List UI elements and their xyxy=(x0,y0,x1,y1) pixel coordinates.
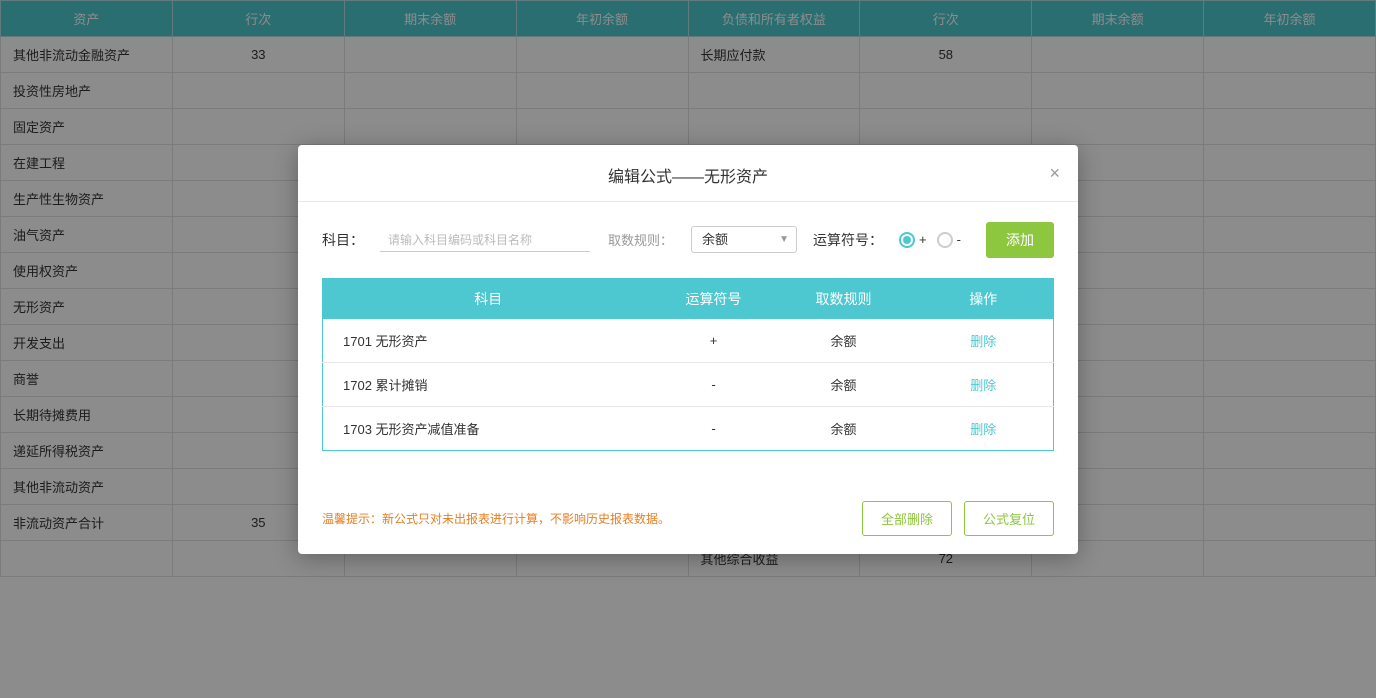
rule-select[interactable]: 余额 借方 贷方 借方发生额 贷方发生额 xyxy=(691,226,797,253)
col-rule: 取数规则 xyxy=(774,278,914,319)
formula-cell-subject: 1702 累计摊销 xyxy=(323,362,654,406)
add-button[interactable]: 添加 xyxy=(986,222,1054,258)
formula-cell-operator: + xyxy=(654,319,774,363)
hint-text: 温馨提示：新公式只对未出报表进行计算，不影响历史报表数据。 xyxy=(322,510,670,527)
formula-cell-action: 删除 xyxy=(914,406,1054,450)
subject-input[interactable] xyxy=(380,228,590,252)
radio-minus-circle xyxy=(937,232,953,248)
formula-cell-action: 删除 xyxy=(914,362,1054,406)
delete-all-button[interactable]: 全部删除 xyxy=(862,501,952,536)
reset-formula-button[interactable]: 公式复位 xyxy=(964,501,1054,536)
formula-table-row: 1701 无形资产 + 余额 删除 xyxy=(323,319,1054,363)
formula-table-row: 1703 无形资产减值准备 - 余额 删除 xyxy=(323,406,1054,450)
rule-label: 取数规则： xyxy=(608,230,673,249)
form-row: 科目： 取数规则： 余额 借方 贷方 借方发生额 贷方发生额 ▼ 运算符号： xyxy=(322,222,1054,258)
rule-select-wrap: 余额 借方 贷方 借方发生额 贷方发生额 ▼ xyxy=(691,226,797,253)
formula-cell-rule: 余额 xyxy=(774,362,914,406)
footer-buttons: 全部删除 公式复位 xyxy=(862,501,1054,536)
radio-plus-circle xyxy=(899,232,915,248)
radio-minus-label: - xyxy=(957,232,961,247)
delete-link[interactable]: 删除 xyxy=(970,422,996,437)
radio-minus-item[interactable]: - xyxy=(937,232,961,248)
formula-cell-rule: 余额 xyxy=(774,406,914,450)
delete-link[interactable]: 删除 xyxy=(970,378,996,393)
col-action: 操作 xyxy=(914,278,1054,319)
formula-cell-action: 删除 xyxy=(914,319,1054,363)
formula-cell-operator: - xyxy=(654,362,774,406)
modal-title: 编辑公式——无形资产 xyxy=(608,163,768,187)
col-subject: 科目 xyxy=(323,278,654,319)
modal-body: 科目： 取数规则： 余额 借方 贷方 借方发生额 贷方发生额 ▼ 运算符号： xyxy=(298,202,1078,487)
formula-table: 科目 运算符号 取数规则 操作 1701 无形资产 + 余额 删除 1702 累… xyxy=(322,278,1054,451)
modal-footer: 温馨提示：新公式只对未出报表进行计算，不影响历史报表数据。 全部删除 公式复位 xyxy=(298,487,1078,554)
operator-radio-group: + - xyxy=(899,232,961,248)
modal-close-button[interactable]: × xyxy=(1049,164,1060,182)
formula-cell-subject: 1701 无形资产 xyxy=(323,319,654,363)
formula-cell-rule: 余额 xyxy=(774,319,914,363)
delete-link[interactable]: 删除 xyxy=(970,334,996,349)
formula-table-row: 1702 累计摊销 - 余额 删除 xyxy=(323,362,1054,406)
radio-plus-item[interactable]: + xyxy=(899,232,927,248)
radio-plus-label: + xyxy=(919,232,927,247)
formula-cell-operator: - xyxy=(654,406,774,450)
modal-dialog: 编辑公式——无形资产 × 科目： 取数规则： 余额 借方 贷方 借方发生额 贷方… xyxy=(298,145,1078,554)
subject-label: 科目： xyxy=(322,230,364,250)
operator-label: 运算符号： xyxy=(813,230,883,250)
modal-header: 编辑公式——无形资产 × xyxy=(298,145,1078,202)
modal-overlay: 编辑公式——无形资产 × 科目： 取数规则： 余额 借方 贷方 借方发生额 贷方… xyxy=(0,0,1376,698)
formula-cell-subject: 1703 无形资产减值准备 xyxy=(323,406,654,450)
col-operator: 运算符号 xyxy=(654,278,774,319)
